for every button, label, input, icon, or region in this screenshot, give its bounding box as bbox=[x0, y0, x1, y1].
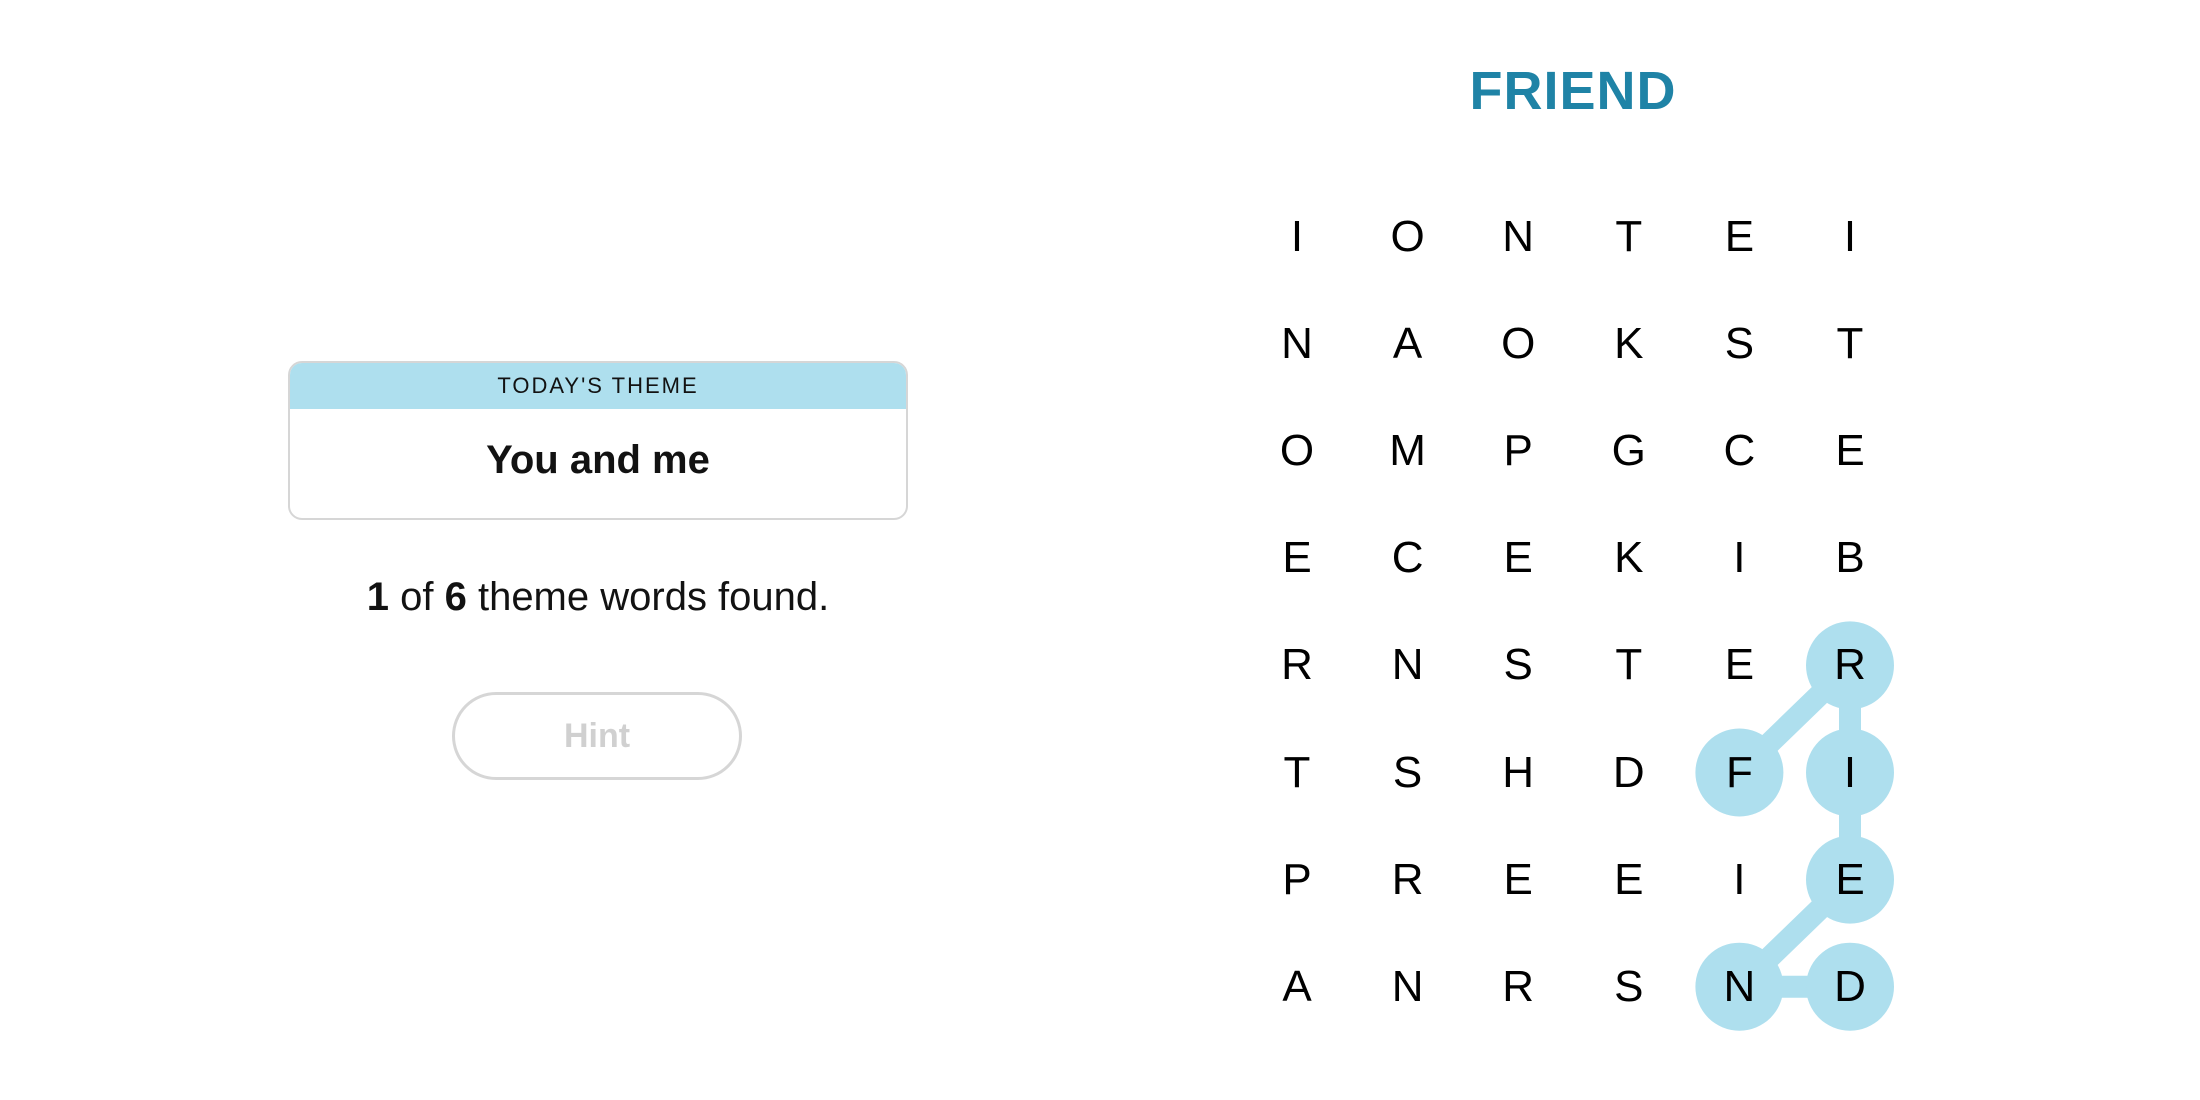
letter-cell[interactable]: N bbox=[1363, 620, 1453, 710]
letter-cell[interactable]: I bbox=[1805, 192, 1895, 282]
letter-cell[interactable]: S bbox=[1584, 942, 1674, 1032]
letter-cell[interactable]: H bbox=[1473, 728, 1563, 818]
theme-title: You and me bbox=[486, 438, 710, 482]
letter-cell[interactable]: F bbox=[1694, 728, 1784, 818]
letter-cell[interactable]: T bbox=[1252, 728, 1342, 818]
letter-cell[interactable]: N bbox=[1363, 942, 1453, 1032]
letter-cell[interactable]: C bbox=[1694, 406, 1784, 496]
hint-button[interactable]: Hint bbox=[452, 692, 742, 780]
letter-cell[interactable]: P bbox=[1473, 406, 1563, 496]
letter-cell[interactable]: O bbox=[1363, 192, 1453, 282]
letter-cell[interactable]: R bbox=[1363, 835, 1453, 925]
letter-cell[interactable]: I bbox=[1694, 835, 1784, 925]
letter-cell[interactable]: E bbox=[1805, 835, 1895, 925]
letter-cell[interactable]: E bbox=[1694, 620, 1784, 710]
letter-cell[interactable]: O bbox=[1473, 299, 1563, 389]
letter-cell[interactable]: E bbox=[1694, 192, 1784, 282]
letter-cell[interactable]: R bbox=[1473, 942, 1563, 1032]
letter-cell[interactable]: B bbox=[1805, 513, 1895, 603]
letter-cell[interactable]: G bbox=[1584, 406, 1674, 496]
letter-cell[interactable]: M bbox=[1363, 406, 1453, 496]
letter-cell[interactable]: O bbox=[1252, 406, 1342, 496]
theme-header: TODAY'S THEME bbox=[290, 363, 906, 409]
letter-cell[interactable]: N bbox=[1252, 299, 1342, 389]
letter-cell[interactable]: R bbox=[1252, 620, 1342, 710]
progress-text: 1 of 6 theme words found. bbox=[288, 575, 908, 620]
letter-cell[interactable]: A bbox=[1363, 299, 1453, 389]
letter-cell[interactable]: K bbox=[1584, 513, 1674, 603]
letter-cell[interactable]: D bbox=[1584, 728, 1674, 818]
letter-cell[interactable]: E bbox=[1805, 406, 1895, 496]
letter-cell[interactable]: E bbox=[1473, 835, 1563, 925]
letter-cell[interactable]: S bbox=[1473, 620, 1563, 710]
letter-cell[interactable]: E bbox=[1252, 513, 1342, 603]
letter-cell[interactable]: K bbox=[1584, 299, 1674, 389]
letter-cell[interactable]: T bbox=[1584, 192, 1674, 282]
letter-cell[interactable]: E bbox=[1473, 513, 1563, 603]
letter-cell[interactable]: I bbox=[1252, 192, 1342, 282]
letter-cell[interactable]: D bbox=[1805, 942, 1895, 1032]
letter-cell[interactable]: N bbox=[1694, 942, 1784, 1032]
letter-cell[interactable]: R bbox=[1805, 620, 1895, 710]
letter-cell[interactable]: E bbox=[1584, 835, 1674, 925]
current-word: FRIEND bbox=[1469, 61, 1677, 121]
letter-cell[interactable]: I bbox=[1694, 513, 1784, 603]
letter-cell[interactable]: S bbox=[1363, 728, 1453, 818]
letter-cell[interactable]: N bbox=[1473, 192, 1563, 282]
total-count: 6 bbox=[444, 575, 467, 619]
theme-card: TODAY'S THEME You and me bbox=[288, 361, 908, 520]
letter-cell[interactable]: T bbox=[1805, 299, 1895, 389]
letter-cell[interactable]: I bbox=[1805, 728, 1895, 818]
letter-cell[interactable]: S bbox=[1694, 299, 1784, 389]
letter-cell[interactable]: C bbox=[1363, 513, 1453, 603]
of-label: of bbox=[400, 575, 434, 619]
progress-suffix: theme words found. bbox=[477, 575, 830, 619]
letter-cell[interactable]: A bbox=[1252, 942, 1342, 1032]
letter-cell[interactable]: P bbox=[1252, 835, 1342, 925]
found-count: 1 bbox=[366, 575, 389, 619]
letter-grid: IONTEINAOKSTOMPGCEECEKIBRNSTERTSHDFIPREE… bbox=[0, 0, 2200, 1100]
letter-cell[interactable]: T bbox=[1584, 620, 1674, 710]
